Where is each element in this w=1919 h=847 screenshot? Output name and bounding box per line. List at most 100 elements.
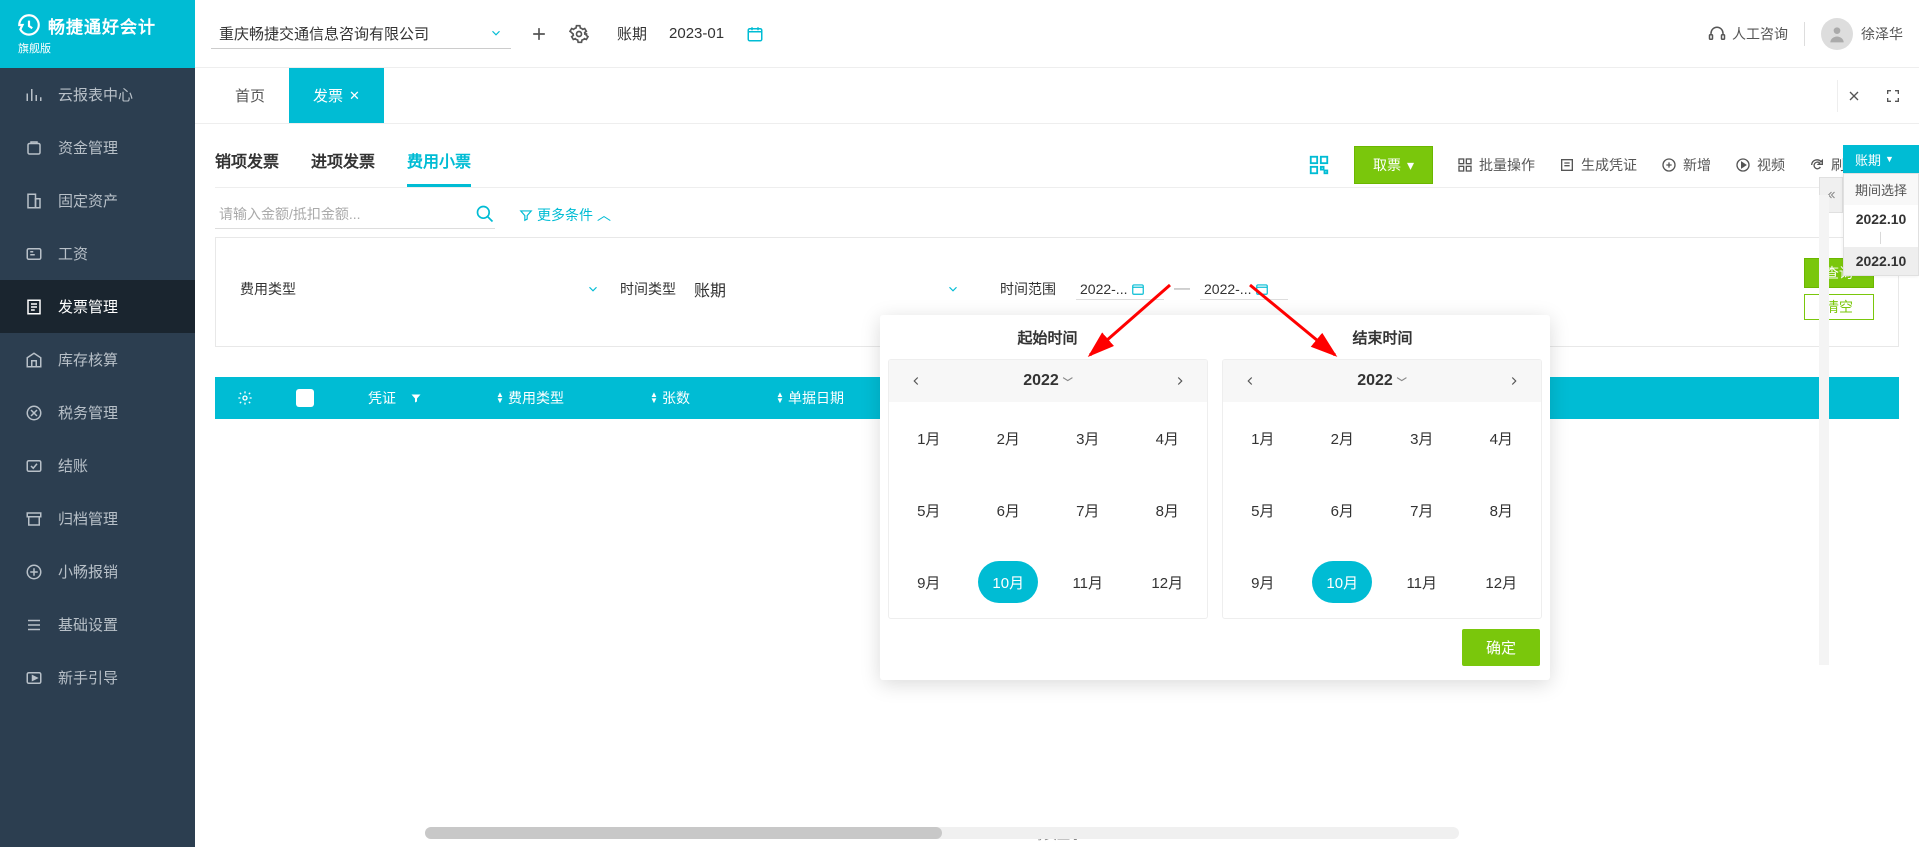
month-label: 9月 xyxy=(1251,546,1274,618)
search-field[interactable] xyxy=(215,200,495,229)
month-cell[interactable]: 12月 xyxy=(1128,546,1208,618)
col-label: 凭证 xyxy=(368,388,396,408)
month-cell[interactable]: 10月 xyxy=(969,546,1049,618)
month-cell[interactable]: 5月 xyxy=(889,474,969,546)
period-calendar-button[interactable] xyxy=(746,25,764,43)
month-cell[interactable]: 9月 xyxy=(889,546,969,618)
add-company-button[interactable] xyxy=(527,22,551,46)
tab-invoice[interactable]: 发票 ✕ xyxy=(289,68,384,123)
month-label: 8月 xyxy=(1490,474,1513,546)
sidebar-item-archive[interactable]: 归档管理 xyxy=(0,492,195,545)
end-date-field[interactable]: 2022-... xyxy=(1200,279,1288,300)
start-date-field[interactable]: 2022-... xyxy=(1076,279,1164,300)
sidebar-item-tax[interactable]: 税务管理 xyxy=(0,386,195,439)
period-panel-tag[interactable]: 账期 ▼ xyxy=(1843,145,1919,173)
video-button[interactable]: 视频 xyxy=(1735,155,1785,175)
month-cell[interactable]: 6月 xyxy=(1303,474,1383,546)
clear-label: 清空 xyxy=(1825,299,1853,315)
month-cell[interactable]: 7月 xyxy=(1382,474,1462,546)
month-cell[interactable]: 3月 xyxy=(1048,402,1128,474)
start-date-value: 2022-... xyxy=(1080,281,1127,297)
subtab-input-invoice[interactable]: 进项发票 xyxy=(311,140,375,187)
logo-area[interactable]: 畅捷通好会计 旗舰版 xyxy=(0,0,195,68)
month-cell[interactable]: 11月 xyxy=(1048,546,1128,618)
grid-col-doc-date[interactable]: ▲▼ 单据日期 xyxy=(735,388,885,408)
month-cell[interactable]: 1月 xyxy=(889,402,969,474)
month-cell[interactable]: 4月 xyxy=(1128,402,1208,474)
sidebar-item-inventory[interactable]: 库存核算 xyxy=(0,333,195,386)
expense-type-select[interactable] xyxy=(344,278,600,301)
new-button[interactable]: 新增 xyxy=(1661,155,1711,175)
period-option[interactable]: 2022.10 xyxy=(1844,247,1918,275)
month-cell[interactable]: 4月 xyxy=(1462,402,1542,474)
sidebar-item-label: 税务管理 xyxy=(58,402,118,423)
close-icon[interactable]: ✕ xyxy=(349,88,360,104)
search-input[interactable] xyxy=(215,200,475,228)
year-selector[interactable]: 2022 ﹀ xyxy=(1023,372,1073,390)
month-cell[interactable]: 6月 xyxy=(969,474,1049,546)
month-cell[interactable]: 12月 xyxy=(1462,546,1542,618)
month-cell[interactable]: 2月 xyxy=(1303,402,1383,474)
sidebar-item-invoice[interactable]: 发票管理 xyxy=(0,280,195,333)
grid-col-expense-type[interactable]: ▲▼ 费用类型 xyxy=(455,388,605,408)
sidebar-item-label: 资金管理 xyxy=(58,137,118,158)
next-year-button[interactable] xyxy=(1501,370,1527,392)
time-type-select[interactable]: 账期 xyxy=(694,273,960,306)
month-cell[interactable]: 10月 xyxy=(1303,546,1383,618)
batch-action-button[interactable]: 批量操作 xyxy=(1457,155,1535,175)
subtab-expense-receipt[interactable]: 费用小票 xyxy=(407,140,471,187)
company-settings-button[interactable] xyxy=(567,22,591,46)
year-selector[interactable]: 2022 ﹀ xyxy=(1357,372,1407,390)
grid-col-count[interactable]: ▲▼ 张数 xyxy=(605,388,735,408)
month-cell[interactable]: 2月 xyxy=(969,402,1049,474)
gen-voucher-button[interactable]: 生成凭证 xyxy=(1559,155,1637,175)
month-label: 9月 xyxy=(917,546,940,618)
sidebar-item-closing[interactable]: 结账 xyxy=(0,439,195,492)
sidebar-item-cloud-report[interactable]: 云报表中心 xyxy=(0,68,195,121)
scrollbar-thumb[interactable] xyxy=(425,827,942,839)
sidebar-item-label: 云报表中心 xyxy=(58,84,133,105)
month-cell[interactable]: 11月 xyxy=(1382,546,1462,618)
tab-home[interactable]: 首页 xyxy=(211,68,289,123)
archive-icon xyxy=(24,509,44,529)
period-option[interactable]: 2022.10 xyxy=(1844,205,1918,233)
sidebar-item-salary[interactable]: 工资 xyxy=(0,227,195,280)
month-cell[interactable]: 8月 xyxy=(1128,474,1208,546)
month-cell[interactable]: 1月 xyxy=(1223,402,1303,474)
confirm-button[interactable]: 确定 xyxy=(1462,629,1540,666)
expense-type-label: 费用类型 xyxy=(240,279,296,299)
sidebar-item-label: 新手引导 xyxy=(58,667,118,688)
qupiao-button[interactable]: 取票 ▾ xyxy=(1354,146,1433,184)
consult-button[interactable]: 人工咨询 xyxy=(1708,24,1788,44)
month-label: 6月 xyxy=(997,474,1020,546)
month-cell[interactable]: 5月 xyxy=(1223,474,1303,546)
search-icon[interactable] xyxy=(475,204,495,224)
next-year-button[interactable] xyxy=(1167,370,1193,392)
sidebar-item-fund[interactable]: 资金管理 xyxy=(0,121,195,174)
company-select[interactable]: 重庆畅捷交通信息咨询有限公司 xyxy=(211,19,511,49)
month-cell[interactable]: 3月 xyxy=(1382,402,1462,474)
prev-year-button[interactable] xyxy=(1237,370,1263,392)
sidebar-item-settings[interactable]: 基础设置 xyxy=(0,598,195,651)
period-label: 账期 xyxy=(617,23,647,44)
subtab-output-invoice[interactable]: 销项发票 xyxy=(215,140,279,187)
qr-icon[interactable] xyxy=(1308,154,1330,176)
user-menu[interactable]: 徐泽华 xyxy=(1821,18,1903,50)
sidebar-item-fixed-asset[interactable]: 固定资产 xyxy=(0,174,195,227)
vertical-scrollbar[interactable] xyxy=(1819,195,1829,665)
month-cell[interactable]: 8月 xyxy=(1462,474,1542,546)
sidebar-item-guide[interactable]: 新手引导 xyxy=(0,651,195,704)
close-all-tabs-button[interactable] xyxy=(1837,80,1869,112)
filter-icon xyxy=(519,208,533,222)
prev-year-button[interactable] xyxy=(903,370,929,392)
month-cell[interactable]: 9月 xyxy=(1223,546,1303,618)
sidebar-item-expense-app[interactable]: 小畅报销 xyxy=(0,545,195,598)
horizontal-scrollbar[interactable] xyxy=(425,827,1459,839)
clear-button[interactable]: 清空 xyxy=(1804,294,1874,320)
month-cell[interactable]: 7月 xyxy=(1048,474,1128,546)
fullscreen-button[interactable] xyxy=(1877,80,1909,112)
grid-settings-header[interactable] xyxy=(215,390,275,406)
more-conditions-toggle[interactable]: 更多条件 ︿ xyxy=(519,205,611,225)
grid-col-voucher[interactable]: 凭证 xyxy=(335,388,455,408)
grid-checkbox-header[interactable] xyxy=(275,389,335,407)
